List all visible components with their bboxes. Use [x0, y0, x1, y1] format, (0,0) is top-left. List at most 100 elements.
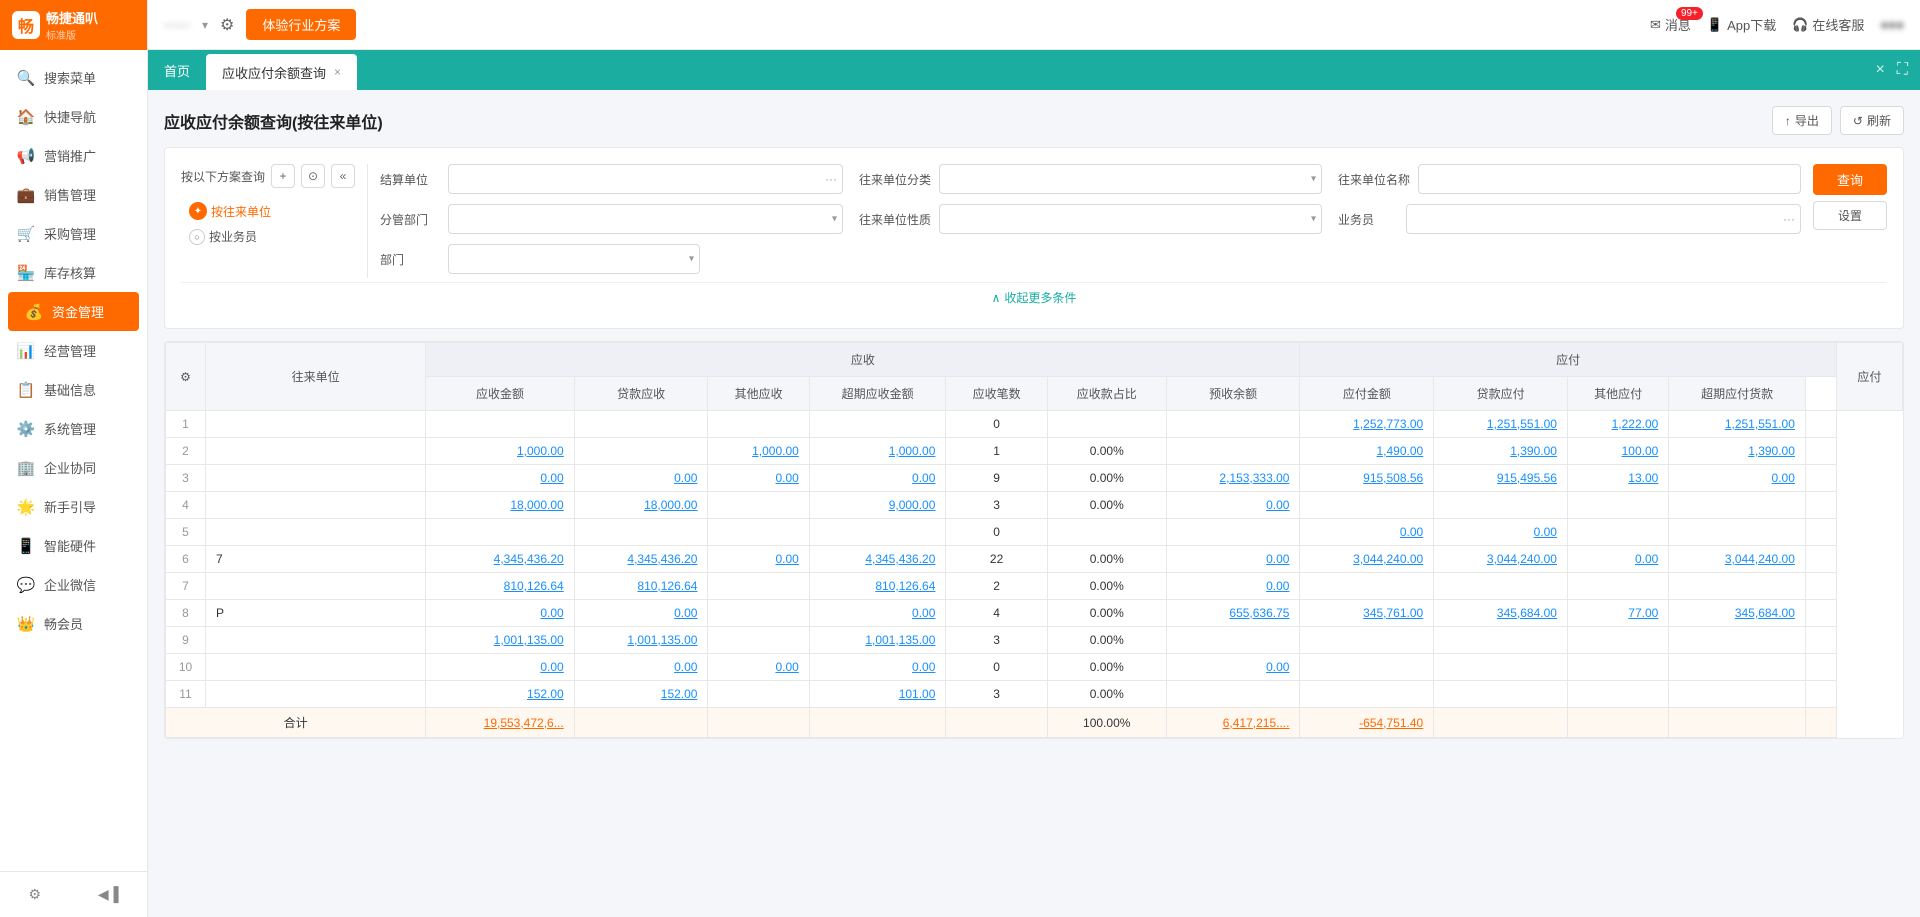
table-cell[interactable]: 1,001,135.00 — [574, 627, 708, 654]
table-cell[interactable]: 345,684.00 — [1434, 600, 1568, 627]
sidebar-item-smart-hardware[interactable]: 📱 智能硬件 — [0, 526, 147, 565]
table-cell[interactable]: 3,044,240.00 — [1434, 546, 1568, 573]
table-cell[interactable]: 0.00 — [1669, 465, 1806, 492]
app-download-btn[interactable]: 📱 App下载 — [1707, 15, 1776, 34]
collapse-plan-btn[interactable]: « — [331, 164, 355, 188]
table-cell[interactable]: 0.00 — [1434, 519, 1568, 546]
table-cell[interactable]: 0.00 — [708, 654, 809, 681]
partner-name-input[interactable] — [1418, 164, 1801, 194]
sidebar-item-purchase[interactable]: 🛒 采购管理 — [0, 214, 147, 253]
table-cell[interactable]: 18,000.00 — [426, 492, 574, 519]
tab-receivable-query[interactable]: 应收应付余额查询 × — [206, 54, 357, 90]
table-cell[interactable]: 1,000.00 — [809, 438, 946, 465]
settings-plan-btn[interactable]: ⊙ — [301, 164, 325, 188]
tab-home[interactable]: 首页 — [148, 50, 206, 90]
table-cell[interactable]: 1,252,773.00 — [1300, 411, 1434, 438]
table-cell[interactable]: 915,508.56 — [1300, 465, 1434, 492]
tab-close-icon[interactable]: × — [334, 65, 341, 79]
table-cell[interactable]: 0.00 — [708, 546, 809, 573]
tab-fullscreen-icon[interactable]: ⛶ — [1897, 61, 1908, 79]
dept-manager-select[interactable] — [448, 204, 843, 234]
table-cell[interactable]: 3,044,240.00 — [1300, 546, 1434, 573]
sidebar-item-operations[interactable]: 📊 经营管理 — [0, 331, 147, 370]
table-cell[interactable]: 4,345,436.20 — [809, 546, 946, 573]
total-advance-balance[interactable]: 6,417,215.... — [1166, 708, 1300, 738]
table-cell[interactable]: 0.00 — [426, 465, 574, 492]
table-cell[interactable]: 0.00 — [1567, 546, 1668, 573]
table-cell[interactable]: 9,000.00 — [809, 492, 946, 519]
table-cell[interactable]: 655,636.75 — [1166, 600, 1300, 627]
tab-window-close-icon[interactable]: × — [1875, 61, 1884, 79]
table-cell[interactable]: 0.00 — [426, 654, 574, 681]
sidebar-item-system[interactable]: ⚙️ 系统管理 — [0, 409, 147, 448]
table-cell[interactable]: 77.00 — [1567, 600, 1668, 627]
online-service-btn[interactable]: 🎧 在线客服 — [1792, 15, 1864, 34]
table-cell[interactable]: 915,495.56 — [1434, 465, 1568, 492]
table-cell[interactable]: 2,153,333.00 — [1166, 465, 1300, 492]
sidebar-collapse-btn[interactable]: ◀▐ — [90, 882, 127, 907]
table-cell[interactable]: 0.00 — [574, 600, 708, 627]
table-cell[interactable]: 810,126.64 — [426, 573, 574, 600]
sidebar-item-member[interactable]: 👑 畅会员 — [0, 604, 147, 643]
sidebar-item-basic-info[interactable]: 📋 基础信息 — [0, 370, 147, 409]
table-cell[interactable]: 0.00 — [574, 465, 708, 492]
table-cell[interactable]: 1,251,551.00 — [1434, 411, 1568, 438]
table-cell[interactable]: 0.00 — [574, 654, 708, 681]
table-cell[interactable]: 0.00 — [1300, 519, 1434, 546]
promo-button[interactable]: 体验行业方案 — [246, 9, 356, 40]
sidebar-item-search[interactable]: 🔍 搜索菜单 — [0, 58, 147, 97]
sidebar-item-wechat[interactable]: 💬 企业微信 — [0, 565, 147, 604]
table-cell[interactable]: 810,126.64 — [809, 573, 946, 600]
settlement-more-icon[interactable]: ··· — [825, 172, 837, 186]
table-cell[interactable]: 0.00 — [708, 465, 809, 492]
filter-option-partner[interactable]: ✦ 按往来单位 — [181, 198, 355, 224]
partner-nature-select[interactable] — [939, 204, 1322, 234]
table-cell[interactable]: 18,000.00 — [574, 492, 708, 519]
sidebar-settings-btn[interactable]: ⚙ — [20, 882, 49, 907]
table-cell[interactable]: 4,345,436.20 — [574, 546, 708, 573]
table-cell[interactable]: 152.00 — [426, 681, 574, 708]
filter-option-salesperson[interactable]: ○ 按业务员 — [181, 224, 355, 249]
total-payable-amount[interactable]: -654,751.40 — [1300, 708, 1434, 738]
table-cell[interactable]: 0.00 — [1166, 654, 1300, 681]
sidebar-item-capital[interactable]: 💰 资金管理 — [8, 292, 139, 331]
table-cell[interactable]: 3,044,240.00 — [1669, 546, 1806, 573]
sidebar-item-sales[interactable]: 💼 销售管理 — [0, 175, 147, 214]
export-button[interactable]: ↑ 导出 — [1772, 106, 1832, 135]
settlement-input[interactable] — [448, 164, 843, 194]
table-cell[interactable]: 0.00 — [426, 600, 574, 627]
collapse-filter-btn[interactable]: ∧ 收起更多条件 — [181, 282, 1887, 312]
add-plan-btn[interactable]: + — [271, 164, 295, 188]
sidebar-item-inventory[interactable]: 🏪 库存核算 — [0, 253, 147, 292]
table-cell[interactable]: 810,126.64 — [574, 573, 708, 600]
sidebar-item-enterprise[interactable]: 🏢 企业协同 — [0, 448, 147, 487]
header-dropdown-icon[interactable]: ▾ — [202, 18, 208, 32]
total-receivable-amount[interactable]: 19,553,472,6... — [426, 708, 574, 738]
table-cell[interactable]: 1,001,135.00 — [809, 627, 946, 654]
table-cell[interactable]: 1,390.00 — [1669, 438, 1806, 465]
table-cell[interactable]: 1,490.00 — [1300, 438, 1434, 465]
table-cell[interactable]: 1,222.00 — [1567, 411, 1668, 438]
table-cell[interactable]: 0.00 — [1166, 546, 1300, 573]
table-cell[interactable]: 1,000.00 — [426, 438, 574, 465]
table-cell[interactable]: 0.00 — [809, 600, 946, 627]
table-cell[interactable]: 1,000.00 — [708, 438, 809, 465]
table-cell[interactable]: 0.00 — [1166, 573, 1300, 600]
sidebar-item-quick-nav[interactable]: 🏠 快捷导航 — [0, 97, 147, 136]
user-profile[interactable]: ●●● — [1880, 17, 1904, 32]
table-cell[interactable]: 13.00 — [1567, 465, 1668, 492]
table-cell[interactable]: 0.00 — [809, 654, 946, 681]
table-cell[interactable]: 152.00 — [574, 681, 708, 708]
table-cell[interactable]: 1,390.00 — [1434, 438, 1568, 465]
table-cell[interactable]: 100.00 — [1567, 438, 1668, 465]
table-cell[interactable]: 1,001,135.00 — [426, 627, 574, 654]
sidebar-item-guide[interactable]: 🌟 新手引导 — [0, 487, 147, 526]
table-settings-header[interactable]: ⚙ — [166, 343, 206, 411]
table-cell[interactable]: 4,345,436.20 — [426, 546, 574, 573]
query-button[interactable]: 查询 — [1813, 164, 1887, 195]
message-btn[interactable]: ✉ 消息 99+ — [1650, 15, 1691, 34]
table-cell[interactable]: 0.00 — [809, 465, 946, 492]
table-cell[interactable]: 0.00 — [1166, 492, 1300, 519]
dept-select[interactable] — [448, 244, 700, 274]
table-cell[interactable]: 1,251,551.00 — [1669, 411, 1806, 438]
